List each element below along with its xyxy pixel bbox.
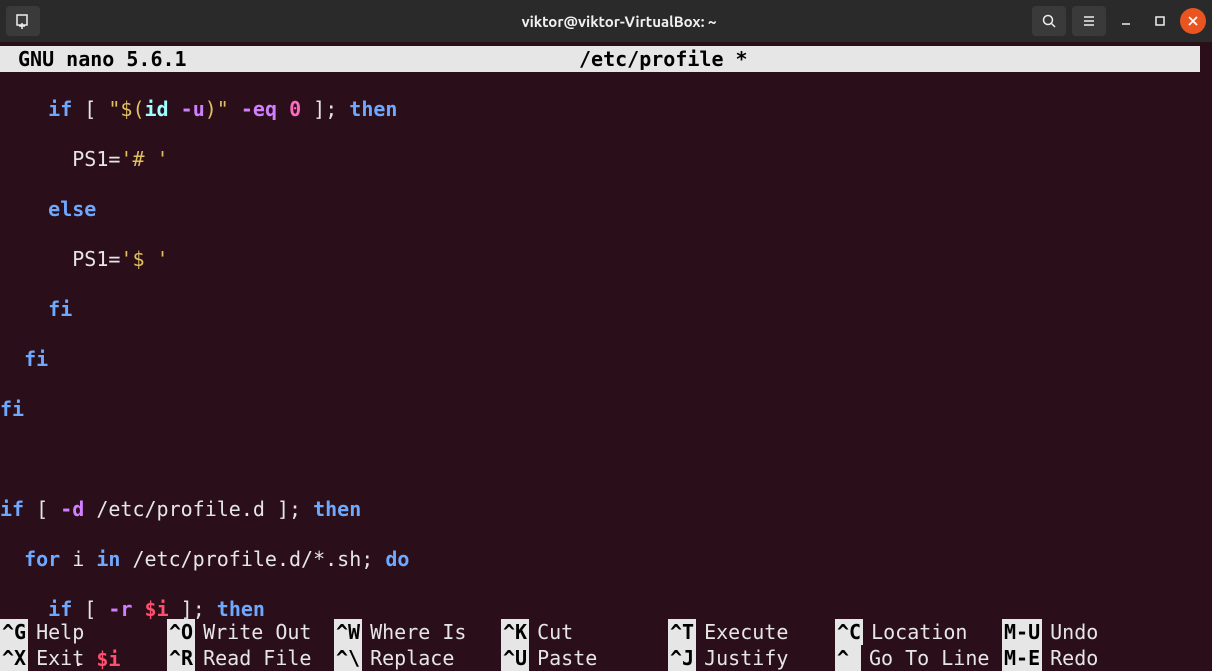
help-item: ^ Go To Line [835,645,1002,671]
code-line: fi [0,297,1200,322]
code-line: else [0,197,1200,222]
help-item: ^UPaste [501,645,668,671]
nano-app-name: GNU nano 5.6.1 [2,46,187,72]
help-item: ^RRead File [167,645,334,671]
search-button[interactable] [1032,6,1066,36]
help-item: M-UUndo [1002,619,1169,645]
code-line: PS1='$ ' [0,247,1200,272]
help-item: M-ERedo [1002,645,1169,671]
code-line: PS1='# ' [0,147,1200,172]
minimize-button[interactable] [1112,7,1140,35]
help-item: ^\Replace [334,645,501,671]
hamburger-menu-button[interactable] [1072,6,1106,36]
maximize-button[interactable] [1146,7,1174,35]
help-row-1: ^GHelp ^OWrite Out ^WWhere Is ^KCut ^TEx… [0,619,1212,645]
editor-content[interactable]: if [ "$(id -u)" -eq 0 ]; then PS1='# ' e… [0,72,1200,671]
help-item: ^KCut [501,619,668,645]
code-line [0,447,1200,472]
nano-editor[interactable]: GNU nano 5.6.1 /etc/profile * if [ "$(id… [0,46,1200,671]
code-line: fi [0,347,1200,372]
help-item: ^JJustify [668,645,835,671]
window-titlebar: viktor@viktor-VirtualBox: ~ [0,0,1212,42]
new-tab-button[interactable] [6,6,40,36]
code-line: if [ "$(id -u)" -eq 0 ]; then [0,97,1200,122]
close-button[interactable] [1180,8,1206,34]
nano-header: GNU nano 5.6.1 /etc/profile * [0,46,1200,72]
help-item: ^TExecute [668,619,835,645]
help-item: ^CLocation [835,619,1002,645]
help-item: ^OWrite Out [167,619,334,645]
help-item: ^XExit [0,645,167,671]
nano-file-name: /etc/profile * [187,46,1200,72]
window-title: viktor@viktor-VirtualBox: ~ [206,13,1032,30]
code-line: fi [0,397,1200,422]
code-line: if [ -d /etc/profile.d ]; then [0,497,1200,522]
help-row-2: ^XExit ^RRead File ^\Replace ^UPaste ^JJ… [0,645,1212,671]
code-line: for i in /etc/profile.d/*.sh; do [0,547,1200,572]
nano-help-bar: ^GHelp ^OWrite Out ^WWhere Is ^KCut ^TEx… [0,619,1212,671]
help-item: ^GHelp [0,619,167,645]
help-item: ^WWhere Is [334,619,501,645]
